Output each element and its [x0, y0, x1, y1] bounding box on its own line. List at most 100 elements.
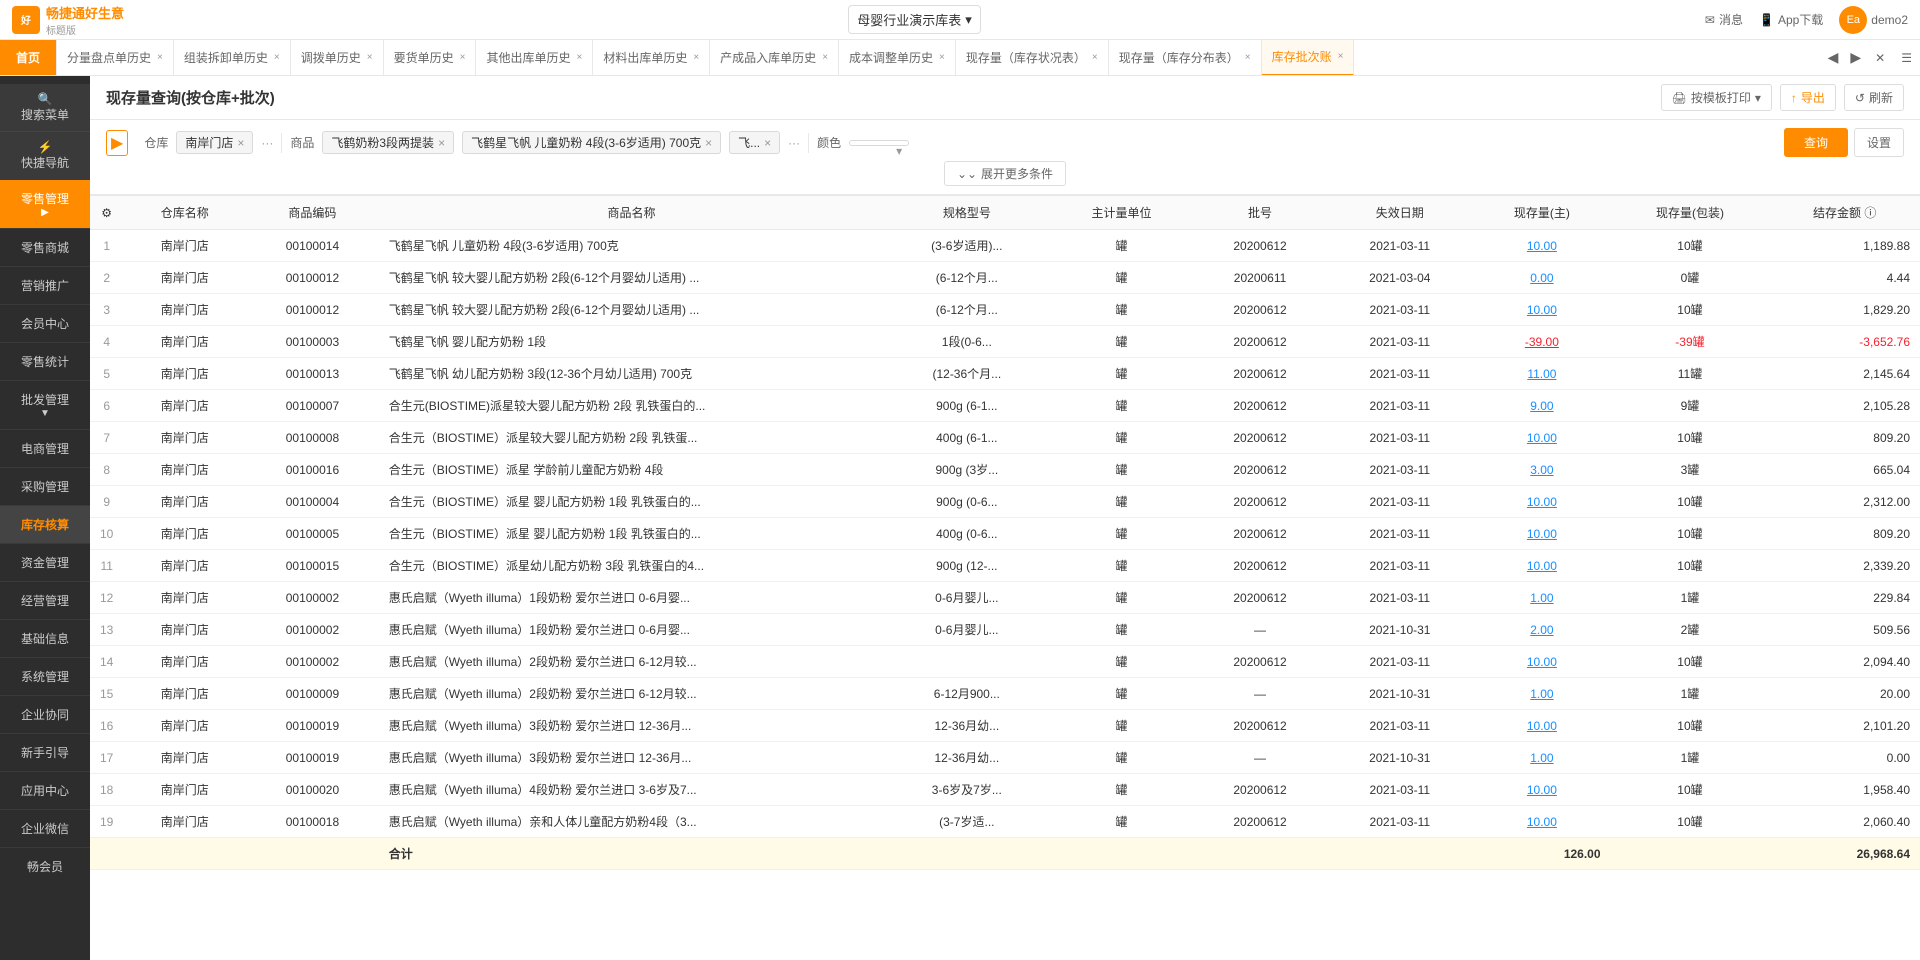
- messages-button[interactable]: ✉ 消息: [1705, 11, 1743, 28]
- sidebar-item-app-center[interactable]: 应用中心: [0, 771, 90, 809]
- cell-qty[interactable]: 3.00: [1473, 454, 1610, 486]
- tab-transfer[interactable]: 调拨单历史 ×: [291, 40, 384, 76]
- tab-close-all[interactable]: ✕: [1867, 51, 1893, 65]
- tab-home[interactable]: 首页: [0, 40, 57, 76]
- sidebar-item-system[interactable]: 系统管理: [0, 657, 90, 695]
- cell-amount: 2,105.28: [1769, 390, 1920, 422]
- warehouse-filter-more[interactable]: ···: [261, 136, 273, 150]
- sidebar-item-marketing[interactable]: 营销推广: [0, 266, 90, 304]
- cell-qty[interactable]: 10.00: [1473, 422, 1610, 454]
- close-icon[interactable]: ×: [1092, 52, 1098, 63]
- close-icon[interactable]: ×: [1245, 52, 1251, 63]
- col-settings[interactable]: ⚙: [90, 196, 123, 230]
- product-filter-more[interactable]: ···: [788, 136, 800, 150]
- tab-inventory-status[interactable]: 现存量（库存状况表） ×: [956, 40, 1109, 76]
- tab-other-out[interactable]: 其他出库单历史 ×: [476, 40, 593, 76]
- tab-next-arrow[interactable]: ▶: [1844, 49, 1867, 66]
- color-filter-dropdown[interactable]: ▾: [849, 140, 909, 146]
- table-row: 6 南岸门店 00100007 合生元(BIOSTIME)派星较大婴儿配方奶粉 …: [90, 390, 1920, 422]
- close-icon[interactable]: ×: [693, 52, 699, 63]
- cell-qty[interactable]: 10.00: [1473, 518, 1610, 550]
- sidebar-item-wholesale[interactable]: 批发管理 ▼: [0, 380, 90, 429]
- tab-menu[interactable]: ☰: [1893, 51, 1920, 65]
- cell-qty[interactable]: 10.00: [1473, 230, 1610, 262]
- cell-qty[interactable]: 10.00: [1473, 774, 1610, 806]
- cell-qty[interactable]: 1.00: [1473, 742, 1610, 774]
- tab-material-out[interactable]: 材料出库单历史 ×: [593, 40, 710, 76]
- row-number: 12: [90, 582, 123, 614]
- tab-disassemble[interactable]: 组装拆卸单历史 ×: [174, 40, 291, 76]
- search-menu-button[interactable]: 🔍 搜索菜单: [0, 84, 90, 131]
- sidebar-item-enterprise-wechat[interactable]: 企业微信: [0, 809, 90, 847]
- remove-product-tag-1[interactable]: ×: [438, 136, 445, 150]
- cell-unit: 罐: [1049, 678, 1193, 710]
- sidebar-item-finance[interactable]: 资金管理: [0, 543, 90, 581]
- close-icon[interactable]: ×: [274, 52, 280, 63]
- cell-qty[interactable]: 1.00: [1473, 582, 1610, 614]
- close-icon[interactable]: ×: [460, 52, 466, 63]
- sidebar-item-enterprise[interactable]: 企业协同: [0, 695, 90, 733]
- sidebar-item-retail-shop[interactable]: 零售商城: [0, 228, 90, 266]
- expand-more-button[interactable]: ⌄⌄ 展开更多条件: [944, 161, 1066, 186]
- settings-button[interactable]: 设置: [1854, 128, 1904, 157]
- close-icon[interactable]: ×: [157, 52, 163, 63]
- quick-nav-button[interactable]: ⚡ 快捷导航: [0, 131, 90, 179]
- remove-product-tag-2[interactable]: ×: [705, 136, 712, 150]
- close-icon[interactable]: ×: [939, 52, 945, 63]
- sidebar-item-member-card[interactable]: 畅会员: [0, 847, 90, 885]
- cell-qty[interactable]: 10.00: [1473, 646, 1610, 678]
- chevron-down-icon: ▾: [965, 12, 972, 28]
- industry-selector[interactable]: 母婴行业演示库表 ▾: [848, 5, 981, 34]
- cell-unit: 罐: [1049, 582, 1193, 614]
- cell-code: 00100005: [246, 518, 379, 550]
- industry-label: 母婴行业演示库表: [857, 10, 961, 29]
- export-button[interactable]: ↑ 导出: [1780, 84, 1836, 111]
- sidebar-item-ecommerce[interactable]: 电商管理: [0, 429, 90, 467]
- tab-cost-adjust[interactable]: 成本调整单历史 ×: [839, 40, 956, 76]
- sidebar-item-retail[interactable]: 零售管理 ▶: [0, 179, 90, 228]
- user-area[interactable]: Ea demo2: [1839, 6, 1908, 34]
- cell-qty[interactable]: 11.00: [1473, 358, 1610, 390]
- close-icon[interactable]: ×: [576, 52, 582, 63]
- app-download-button[interactable]: 📱 App下载: [1759, 11, 1823, 28]
- sidebar-item-basic[interactable]: 基础信息: [0, 619, 90, 657]
- cell-qty[interactable]: 10.00: [1473, 550, 1610, 582]
- refresh-button[interactable]: ↺ 刷新: [1844, 84, 1904, 111]
- remove-warehouse-tag[interactable]: ×: [237, 136, 244, 150]
- cell-qty[interactable]: -39.00: [1473, 326, 1610, 358]
- sidebar-item-retail-stats[interactable]: 零售统计: [0, 342, 90, 380]
- close-icon[interactable]: ×: [367, 52, 373, 63]
- query-button[interactable]: 查询: [1784, 128, 1848, 157]
- tab-prev-arrow[interactable]: ◀: [1822, 49, 1845, 66]
- remove-product-tag-3[interactable]: ×: [764, 136, 771, 150]
- expand-filters-arrow[interactable]: ▶: [106, 130, 128, 156]
- tab-batch-ledger[interactable]: 库存批次账 ×: [1262, 40, 1355, 76]
- cell-qty[interactable]: 2.00: [1473, 614, 1610, 646]
- sidebar-item-inventory[interactable]: 库存核算: [0, 505, 90, 543]
- sidebar-item-purchase[interactable]: 采购管理: [0, 467, 90, 505]
- cell-qty[interactable]: 10.00: [1473, 294, 1610, 326]
- cell-qty[interactable]: 0.00: [1473, 262, 1610, 294]
- cell-qty[interactable]: 10.00: [1473, 486, 1610, 518]
- tab-inventory-dist[interactable]: 现存量（库存分布表） ×: [1109, 40, 1262, 76]
- row-number: 2: [90, 262, 123, 294]
- cell-qty[interactable]: 9.00: [1473, 390, 1610, 422]
- close-icon[interactable]: ×: [822, 52, 828, 63]
- sidebar-item-operations[interactable]: 经营管理: [0, 581, 90, 619]
- tab-split-inventory[interactable]: 分量盘点单历史 ×: [57, 40, 174, 76]
- tab-requisition[interactable]: 要货单历史 ×: [384, 40, 477, 76]
- cell-spec: (6-12个月...: [884, 262, 1049, 294]
- row-number: 8: [90, 454, 123, 486]
- close-icon[interactable]: ×: [1338, 51, 1344, 62]
- settings-icon[interactable]: ⚙: [101, 206, 112, 220]
- cell-qty[interactable]: 10.00: [1473, 806, 1610, 838]
- cell-spec: 900g (3岁...: [884, 454, 1049, 486]
- cell-qty[interactable]: 1.00: [1473, 678, 1610, 710]
- template-print-button[interactable]: 🖨 按模板打印 ▾: [1661, 84, 1772, 111]
- cell-expiry: 2021-10-31: [1326, 742, 1473, 774]
- sidebar-item-member[interactable]: 会员中心: [0, 304, 90, 342]
- row-number: 5: [90, 358, 123, 390]
- tab-product-in[interactable]: 产成品入库单历史 ×: [710, 40, 839, 76]
- cell-qty[interactable]: 10.00: [1473, 710, 1610, 742]
- sidebar-item-guide[interactable]: 新手引导: [0, 733, 90, 771]
